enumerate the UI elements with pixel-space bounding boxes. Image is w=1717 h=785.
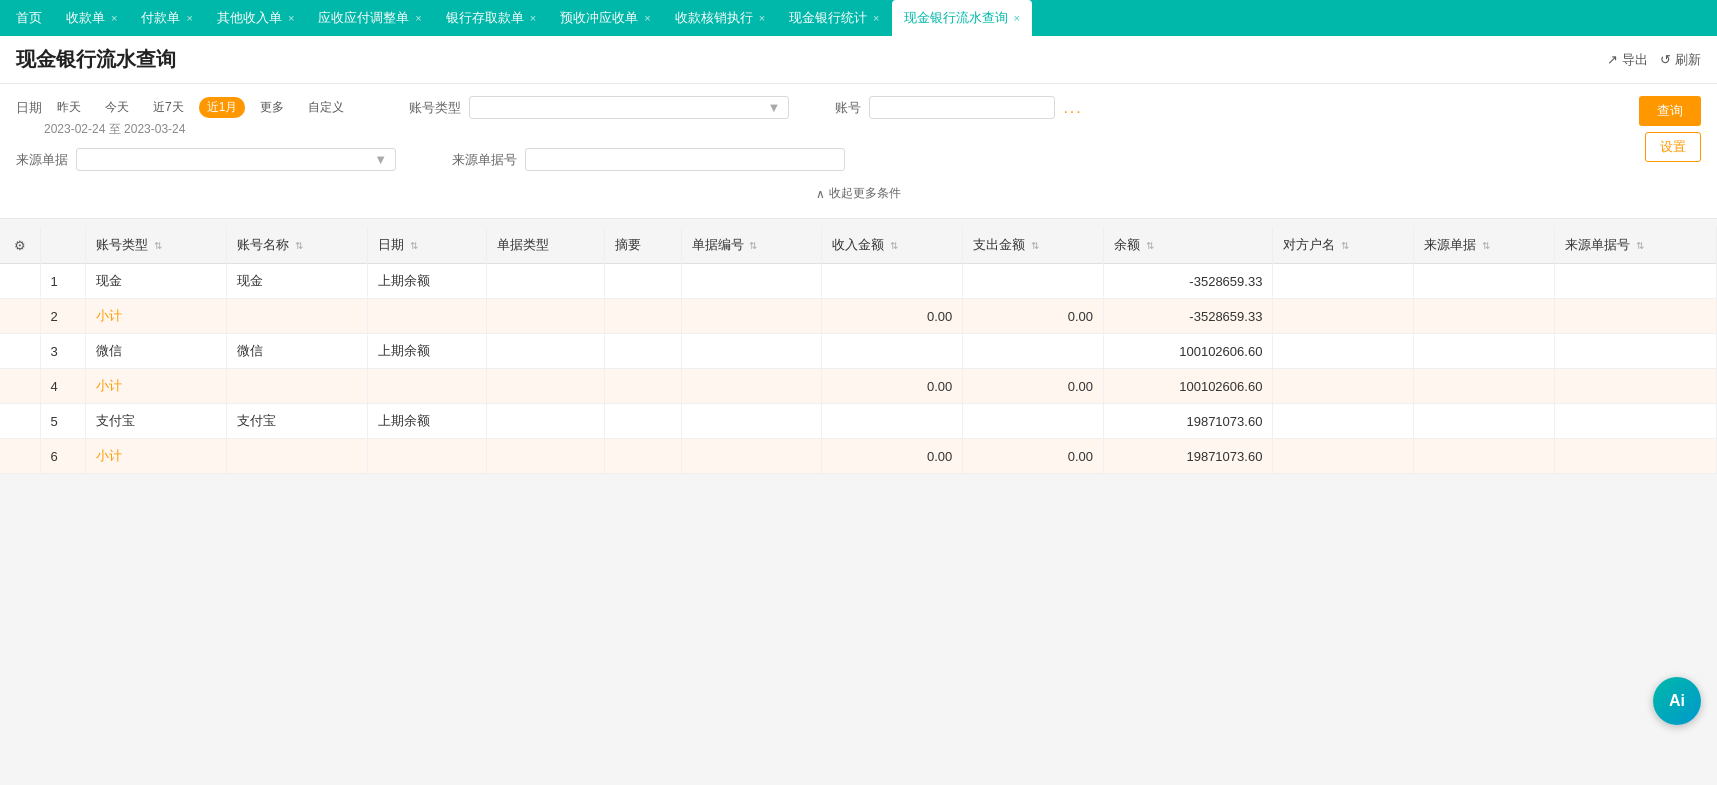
sort-icon: ⇅ bbox=[1031, 240, 1039, 251]
nav-item-other-income[interactable]: 其他收入单 × bbox=[205, 0, 306, 36]
chevron-down-icon: ▼ bbox=[768, 100, 781, 115]
sort-icon: ⇅ bbox=[1482, 240, 1490, 251]
date-quick-yesterday[interactable]: 昨天 bbox=[48, 96, 90, 119]
table-row[interactable]: 3微信微信上期余额100102606.60 bbox=[0, 334, 1717, 369]
nav-item-adjustment[interactable]: 应收应付调整单 × bbox=[306, 0, 433, 36]
source-doc-label: 来源单据 bbox=[16, 151, 68, 169]
account-type-select[interactable]: ▼ bbox=[469, 96, 789, 119]
close-icon[interactable]: × bbox=[644, 0, 650, 36]
nav-item-bank-deposit[interactable]: 银行存取款单 × bbox=[434, 0, 548, 36]
filter-area: 日期 昨天 今天 近7天 近1月 更多 自定义 2023-02-24 至 202… bbox=[0, 84, 1717, 219]
col-source-doc[interactable]: 来源单据 ⇅ bbox=[1414, 227, 1555, 264]
col-idx bbox=[40, 227, 86, 264]
filter-right-actions: 查询 设置 bbox=[1639, 96, 1701, 162]
col-date[interactable]: 日期 ⇅ bbox=[367, 227, 486, 264]
col-source-doc-no[interactable]: 来源单据号 ⇅ bbox=[1554, 227, 1716, 264]
table-wrap: ⚙ 账号类型 ⇅ 账号名称 ⇅ 日期 ⇅ 单据类型 摘要 单据编号 ⇅ 收入金额… bbox=[0, 227, 1717, 474]
source-doc-select[interactable]: ▼ bbox=[76, 148, 396, 171]
close-icon[interactable]: × bbox=[186, 0, 192, 36]
source-doc-no-input[interactable] bbox=[534, 152, 836, 167]
account-label: 账号 bbox=[835, 99, 861, 117]
date-quick-btns: 昨天 今天 近7天 近1月 更多 自定义 bbox=[48, 96, 353, 119]
date-range-text: 2023-02-24 至 2023-03-24 bbox=[44, 121, 185, 138]
source-doc-no-label: 来源单据号 bbox=[452, 151, 517, 169]
sort-icon: ⇅ bbox=[749, 240, 757, 251]
nav-item-receipt[interactable]: 收款单 × bbox=[54, 0, 129, 36]
source-doc-input[interactable] bbox=[85, 152, 370, 167]
table-row[interactable]: 5支付宝支付宝上期余额19871073.60 bbox=[0, 404, 1717, 439]
col-counterpart[interactable]: 对方户名 ⇅ bbox=[1273, 227, 1414, 264]
col-account-name[interactable]: 账号名称 ⇅ bbox=[227, 227, 368, 264]
table-row[interactable]: 2小计0.000.00-3528659.33 bbox=[0, 299, 1717, 334]
col-expense[interactable]: 支出金额 ⇅ bbox=[963, 227, 1104, 264]
date-quick-today[interactable]: 今天 bbox=[96, 96, 138, 119]
close-icon[interactable]: × bbox=[1014, 0, 1020, 36]
account-type-input[interactable] bbox=[478, 100, 763, 115]
more-button[interactable]: ... bbox=[1063, 99, 1082, 117]
nav-item-bank-stats[interactable]: 现金银行统计 × bbox=[777, 0, 891, 36]
close-icon[interactable]: × bbox=[530, 0, 536, 36]
close-icon[interactable]: × bbox=[288, 0, 294, 36]
close-icon[interactable]: × bbox=[415, 0, 421, 36]
close-icon[interactable]: × bbox=[759, 0, 765, 36]
col-summary: 摘要 bbox=[605, 227, 681, 264]
account-input[interactable] bbox=[878, 100, 1046, 115]
export-icon: ↗ bbox=[1607, 52, 1618, 67]
nav-item-home[interactable]: 首页 bbox=[4, 0, 54, 36]
refresh-button[interactable]: ↺ 刷新 bbox=[1660, 51, 1701, 69]
source-doc-no-input-wrap[interactable] bbox=[525, 148, 845, 171]
settings-button[interactable]: 设置 bbox=[1645, 132, 1701, 162]
sort-icon: ⇅ bbox=[410, 240, 418, 251]
date-quick-custom[interactable]: 自定义 bbox=[299, 96, 353, 119]
date-label: 日期 bbox=[16, 99, 42, 117]
close-icon[interactable]: × bbox=[873, 0, 879, 36]
collapse-filters-button[interactable]: ∧ 收起更多条件 bbox=[16, 181, 1701, 206]
date-quick-1month[interactable]: 近1月 bbox=[199, 97, 246, 118]
refresh-icon: ↺ bbox=[1660, 52, 1671, 67]
col-balance[interactable]: 余额 ⇅ bbox=[1104, 227, 1273, 264]
close-icon[interactable]: × bbox=[111, 0, 117, 36]
nav-item-advance[interactable]: 预收冲应收单 × bbox=[548, 0, 662, 36]
table-row[interactable]: 1现金现金上期余额-3528659.33 bbox=[0, 264, 1717, 299]
chevron-down-icon: ▼ bbox=[374, 152, 387, 167]
page-header: 现金银行流水查询 ↗ 导出 ↺ 刷新 bbox=[0, 36, 1717, 84]
table-row[interactable]: 4小计0.000.00100102606.60 bbox=[0, 369, 1717, 404]
gear-icon: ⚙ bbox=[14, 238, 26, 253]
date-quick-7days[interactable]: 近7天 bbox=[144, 96, 193, 119]
header-actions: ↗ 导出 ↺ 刷新 bbox=[1607, 51, 1701, 69]
sort-icon: ⇅ bbox=[1146, 240, 1154, 251]
account-select[interactable] bbox=[869, 96, 1055, 119]
col-account-type[interactable]: 账号类型 ⇅ bbox=[86, 227, 227, 264]
top-nav: 首页 收款单 × 付款单 × 其他收入单 × 应收应付调整单 × 银行存取款单 … bbox=[0, 0, 1717, 36]
chevron-up-icon: ∧ bbox=[816, 187, 825, 201]
main-table: ⚙ 账号类型 ⇅ 账号名称 ⇅ 日期 ⇅ 单据类型 摘要 单据编号 ⇅ 收入金额… bbox=[0, 227, 1717, 474]
table-row[interactable]: 6小计0.000.0019871073.60 bbox=[0, 439, 1717, 474]
date-quick-more[interactable]: 更多 bbox=[251, 96, 293, 119]
col-doc-no[interactable]: 单据编号 ⇅ bbox=[681, 227, 822, 264]
col-doc-type: 单据类型 bbox=[486, 227, 605, 264]
col-gear[interactable]: ⚙ bbox=[0, 227, 40, 264]
sort-icon: ⇅ bbox=[1341, 240, 1349, 251]
page-title: 现金银行流水查询 bbox=[16, 46, 176, 73]
col-income[interactable]: 收入金额 ⇅ bbox=[822, 227, 963, 264]
nav-item-bank-flow[interactable]: 现金银行流水查询 × bbox=[892, 0, 1032, 36]
query-button[interactable]: 查询 bbox=[1639, 96, 1701, 126]
sort-icon: ⇅ bbox=[1636, 240, 1644, 251]
sort-icon: ⇅ bbox=[890, 240, 898, 251]
sort-icon: ⇅ bbox=[154, 240, 162, 251]
nav-item-writeoff[interactable]: 收款核销执行 × bbox=[663, 0, 777, 36]
account-type-label: 账号类型 bbox=[409, 99, 461, 117]
export-button[interactable]: ↗ 导出 bbox=[1607, 51, 1648, 69]
nav-item-payment[interactable]: 付款单 × bbox=[129, 0, 204, 36]
sort-icon: ⇅ bbox=[295, 240, 303, 251]
